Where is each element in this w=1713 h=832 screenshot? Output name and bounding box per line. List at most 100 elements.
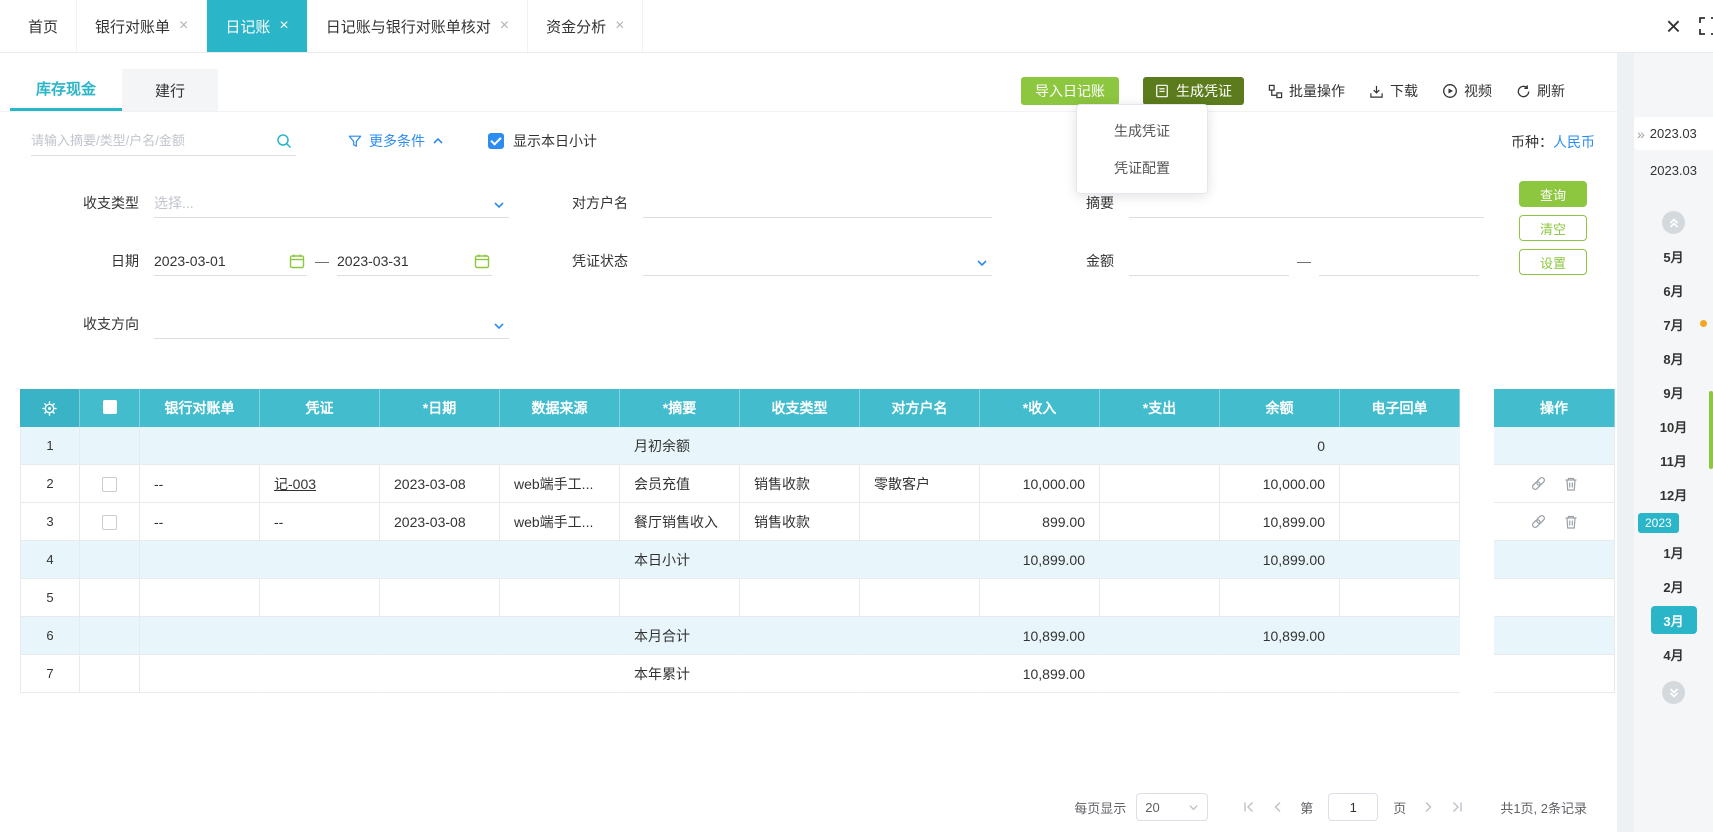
timeline-month[interactable]: 7月 xyxy=(1651,307,1707,341)
scroll-months-down-button[interactable] xyxy=(1662,681,1685,704)
table-row[interactable]: 1 月初余额 0 xyxy=(20,427,1615,465)
cell-bank xyxy=(140,655,260,693)
next-page-button[interactable] xyxy=(1421,800,1435,814)
date-to-input[interactable] xyxy=(337,252,492,269)
timeline-month[interactable]: 3月 xyxy=(1650,606,1697,634)
window-tab[interactable]: 资金分析 × xyxy=(528,0,644,52)
column-settings-button[interactable] xyxy=(20,389,80,427)
header-expense: *支出 xyxy=(1100,389,1220,427)
income-type-select[interactable]: 选择... xyxy=(154,188,509,218)
table-row[interactable]: 5 xyxy=(20,579,1615,617)
timeline-months: 5月 6月 7月 8月 9月 10月 11月 12月 2023 1月 2月 3月 4月 xyxy=(1634,239,1713,671)
table-row[interactable]: 6 本月合计 10,899.00 10,899.00 xyxy=(20,617,1615,655)
currency-value[interactable]: 人民币 xyxy=(1553,134,1595,150)
tab-close-icon[interactable]: × xyxy=(500,18,509,34)
download-button[interactable]: 下载 xyxy=(1369,81,1418,101)
timeline-month[interactable]: 11月 xyxy=(1651,443,1697,477)
timeline-month[interactable]: 12月 xyxy=(1651,477,1697,511)
search-icon[interactable] xyxy=(276,133,292,149)
import-journal-button[interactable]: 导入日记账 xyxy=(1021,77,1119,105)
subtab-ccb[interactable]: 建行 xyxy=(122,69,219,111)
link-icon[interactable] xyxy=(1530,513,1547,530)
cell-expense xyxy=(1100,655,1220,693)
timeline-month[interactable]: 10月 xyxy=(1651,409,1697,443)
last-page-button[interactable] xyxy=(1450,800,1464,814)
tab-close-icon[interactable]: × xyxy=(179,18,188,34)
date-from-input[interactable] xyxy=(154,252,307,269)
amount-max-input[interactable] xyxy=(1319,252,1479,269)
delete-icon[interactable] xyxy=(1563,476,1579,492)
clear-button[interactable]: 清空 xyxy=(1519,215,1587,241)
row-checkbox[interactable] xyxy=(102,514,117,530)
cell-expense xyxy=(1100,541,1220,579)
checkbox-checked-icon[interactable] xyxy=(488,133,504,149)
close-icon[interactable]: × xyxy=(1666,13,1681,39)
summary-input[interactable] xyxy=(1129,194,1484,211)
generate-voucher-button[interactable]: 生成凭证 xyxy=(1143,77,1244,105)
collapse-timeline-button[interactable]: » 2023.03 xyxy=(1634,117,1713,150)
window-tab[interactable]: 日记账与银行对账单核对 × xyxy=(308,0,529,52)
timeline-month[interactable]: 4月 xyxy=(1651,637,1697,671)
subtab-cash[interactable]: 库存现金 xyxy=(10,69,123,111)
window-tab[interactable]: 银行对账单 × xyxy=(77,0,208,52)
more-conditions-toggle[interactable]: 更多条件 xyxy=(348,131,444,151)
cell-balance: 0 xyxy=(1220,427,1340,465)
calendar-icon[interactable] xyxy=(289,253,305,269)
show-daily-subtotal-checkbox[interactable]: 显示本日小计 xyxy=(488,131,597,151)
cell-voucher xyxy=(260,579,380,617)
calendar-icon[interactable] xyxy=(474,253,490,269)
play-circle-icon xyxy=(1443,84,1457,98)
cell-summary xyxy=(620,579,740,617)
timeline-month[interactable]: 2月 xyxy=(1651,569,1697,603)
page-number-input[interactable] xyxy=(1328,793,1379,821)
cell-date xyxy=(380,617,500,655)
column-gap xyxy=(1460,389,1494,427)
scroll-months-up-button[interactable] xyxy=(1662,211,1685,234)
amount-min-input[interactable] xyxy=(1129,252,1289,269)
settings-button[interactable]: 设置 xyxy=(1519,249,1587,275)
timeline-sidebar: » 2023.03 2023.03 5月 6月 7月 8月 9月 10月 11月 12月 202… xyxy=(1634,53,1713,832)
voucher-link[interactable]: 记-003 xyxy=(274,476,316,492)
counterparty-input[interactable] xyxy=(643,194,992,211)
table-row[interactable]: 3 -- -- 2023-03-08 web端手工... 餐厅销售收入 销售收款 899.00… xyxy=(20,503,1615,541)
batch-operations-button[interactable]: 批量操作 xyxy=(1268,81,1345,101)
table-row[interactable]: 2 -- 记-003 2023-03-08 web端手工... 会员充值 销售收款 零散客户 1… xyxy=(20,465,1615,503)
tab-close-icon[interactable]: × xyxy=(279,18,288,34)
direction-select[interactable] xyxy=(154,309,509,339)
menu-item-generate-voucher[interactable]: 生成凭证 xyxy=(1077,112,1207,149)
prev-page-button[interactable] xyxy=(1271,800,1285,814)
timeline-month[interactable]: 5月 xyxy=(1651,239,1697,273)
window-tab[interactable]: 首页 xyxy=(10,0,78,52)
refresh-button[interactable]: 刷新 xyxy=(1516,81,1565,101)
field-direction: 收支方向 xyxy=(39,309,509,339)
row-checkbox-cell xyxy=(80,427,140,465)
timeline-scrollbar-thumb[interactable] xyxy=(1709,391,1713,469)
per-page-select[interactable]: 20 xyxy=(1136,793,1209,821)
timeline-month[interactable]: 9月 xyxy=(1651,375,1697,409)
row-checkbox-cell[interactable] xyxy=(80,503,140,541)
window-tab[interactable]: 日记账 × xyxy=(207,0,308,52)
menu-item-voucher-config[interactable]: 凭证配置 xyxy=(1077,149,1207,186)
timeline-month[interactable]: 8月 xyxy=(1651,341,1697,375)
timeline-month[interactable]: 6月 xyxy=(1651,273,1697,307)
tab-label: 日记账 xyxy=(225,18,271,36)
row-checkbox[interactable] xyxy=(102,476,117,492)
tab-close-icon[interactable]: × xyxy=(615,18,624,34)
link-icon[interactable] xyxy=(1530,475,1547,492)
cell-ops xyxy=(1494,617,1615,655)
first-page-button[interactable] xyxy=(1242,800,1256,814)
video-button[interactable]: 视频 xyxy=(1442,81,1492,101)
select-all-checkbox[interactable] xyxy=(80,389,140,427)
timeline-month[interactable]: 1月 xyxy=(1651,535,1697,569)
voucher-status-select[interactable] xyxy=(643,246,992,276)
search-input[interactable] xyxy=(31,133,269,148)
delete-icon[interactable] xyxy=(1563,514,1579,530)
table-row[interactable]: 7 本年累计 10,899.00 xyxy=(20,655,1615,693)
voucher-status-label: 凭证状态 xyxy=(572,253,628,269)
cell-voucher: -- xyxy=(260,503,380,541)
query-button[interactable]: 查询 xyxy=(1519,181,1587,207)
double-chevron-down-icon xyxy=(1669,687,1678,698)
fullscreen-icon[interactable] xyxy=(1697,15,1713,37)
row-checkbox-cell[interactable] xyxy=(80,465,140,503)
table-row[interactable]: 4 本日小计 10,899.00 10,899.00 xyxy=(20,541,1615,579)
